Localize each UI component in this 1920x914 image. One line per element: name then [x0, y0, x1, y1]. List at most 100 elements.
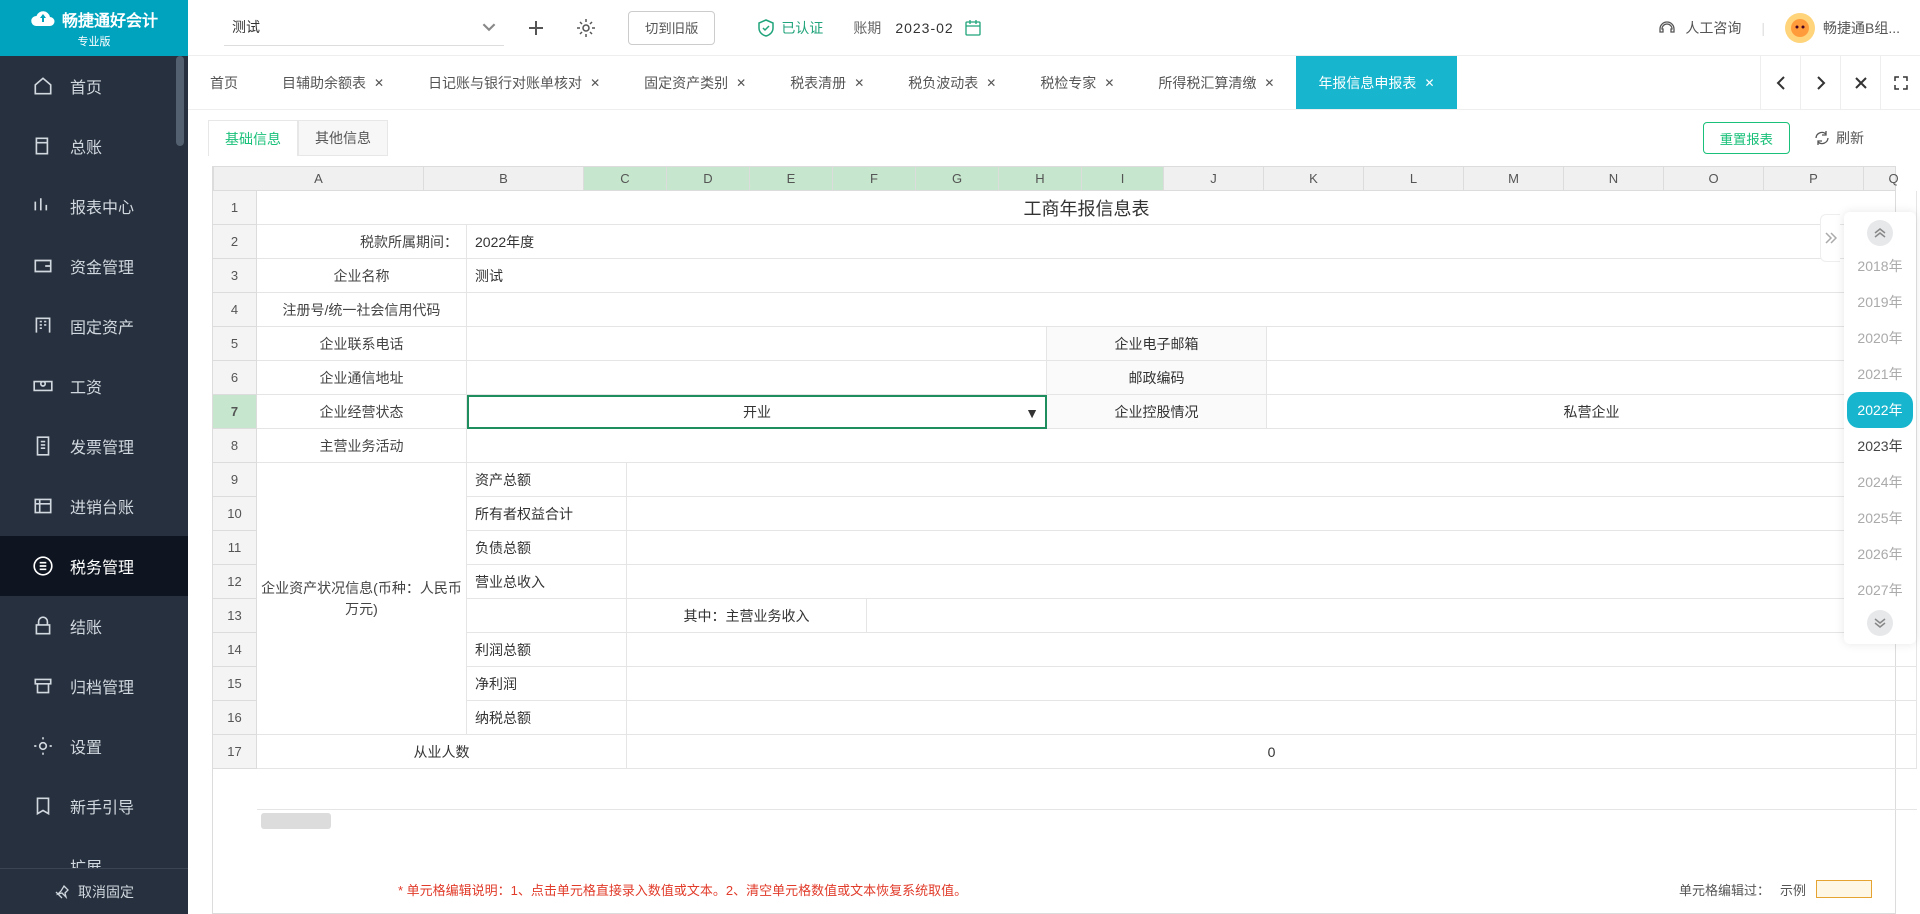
- tab-1[interactable]: 日记账与银行对账单核对✕: [406, 56, 622, 109]
- sidebar-item-6[interactable]: 发票管理: [0, 416, 188, 476]
- horizontal-scrollbar[interactable]: [257, 809, 1917, 831]
- reset-report-button[interactable]: 重置报表: [1703, 122, 1790, 154]
- row-header-17[interactable]: 17: [213, 735, 257, 769]
- support-link[interactable]: 人工咨询: [1657, 18, 1741, 38]
- tab-close-icon[interactable]: ✕: [1424, 76, 1434, 90]
- tab-3[interactable]: 税表清册✕: [768, 56, 886, 109]
- refresh-button[interactable]: 刷新: [1814, 128, 1864, 148]
- business-status-dropdown[interactable]: 开业▼: [467, 395, 1047, 429]
- cell-value[interactable]: [467, 327, 1047, 360]
- year-panel-collapse-button[interactable]: [1820, 214, 1840, 262]
- subtab-basic-info[interactable]: 基础信息: [208, 120, 298, 156]
- sidebar-item-9[interactable]: 结账: [0, 596, 188, 656]
- cell-value[interactable]: [627, 531, 1917, 564]
- sidebar-item-11[interactable]: 设置: [0, 716, 188, 776]
- row-header-13[interactable]: 13: [213, 599, 257, 633]
- sidebar-item-12[interactable]: 新手引导: [0, 776, 188, 836]
- col-header-N[interactable]: N: [1564, 167, 1664, 190]
- row-header-12[interactable]: 12: [213, 565, 257, 599]
- year-option[interactable]: 2025年: [1847, 500, 1912, 536]
- year-up-button[interactable]: [1867, 220, 1893, 246]
- period-value[interactable]: 2023-02: [895, 20, 953, 36]
- cell-value[interactable]: [467, 361, 1047, 394]
- sidebar-item-3[interactable]: 资金管理: [0, 236, 188, 296]
- tab-home[interactable]: 首页: [188, 56, 260, 109]
- row-header-8[interactable]: 8: [213, 429, 257, 463]
- tab-close-icon[interactable]: ✕: [1264, 76, 1274, 90]
- col-header-D[interactable]: D: [667, 167, 750, 190]
- cell-value[interactable]: 2022年度: [467, 225, 1917, 258]
- grid-body[interactable]: 工商年报信息表 税款所属期间：2022年度 企业名称测试 注册号/统一社会信用代…: [257, 191, 1917, 831]
- tab-7[interactable]: 年报信息申报表✕: [1296, 56, 1456, 109]
- year-option[interactable]: 2019年: [1847, 284, 1912, 320]
- spreadsheet[interactable]: ABCDEFGHIJKLMNOPQ 1234567891011121314151…: [212, 166, 1896, 914]
- col-header-G[interactable]: G: [916, 167, 999, 190]
- col-header-F[interactable]: F: [833, 167, 916, 190]
- col-header-I[interactable]: I: [1082, 167, 1164, 190]
- year-option[interactable]: 2024年: [1847, 464, 1912, 500]
- cell-value[interactable]: [627, 565, 1917, 598]
- sidebar-item-8[interactable]: 税务管理: [0, 536, 188, 596]
- cell-value[interactable]: [467, 429, 1917, 462]
- col-header-H[interactable]: H: [999, 167, 1082, 190]
- cell-value[interactable]: [627, 463, 1917, 496]
- sidebar-item-4[interactable]: 固定资产: [0, 296, 188, 356]
- cell-value[interactable]: [1267, 361, 1917, 394]
- sidebar-item-0[interactable]: 首页: [0, 56, 188, 116]
- col-header-Q[interactable]: Q: [1864, 167, 1920, 190]
- row-header-10[interactable]: 10: [213, 497, 257, 531]
- year-option[interactable]: 2027年: [1847, 572, 1912, 608]
- col-header-M[interactable]: M: [1464, 167, 1564, 190]
- tab-close-icon[interactable]: ✕: [590, 76, 600, 90]
- tab-6[interactable]: 所得税汇算清缴✕: [1136, 56, 1296, 109]
- tab-close-icon[interactable]: ✕: [854, 76, 864, 90]
- calendar-button[interactable]: [964, 19, 982, 37]
- tab-0[interactable]: 目辅助余额表✕: [260, 56, 406, 109]
- cell-value[interactable]: 测试: [467, 259, 1917, 292]
- subtab-other-info[interactable]: 其他信息: [298, 120, 388, 156]
- row-header-5[interactable]: 5: [213, 327, 257, 361]
- cell-value[interactable]: [467, 293, 1917, 326]
- cell-value[interactable]: [627, 633, 1917, 666]
- row-header-14[interactable]: 14: [213, 633, 257, 667]
- col-header-O[interactable]: O: [1664, 167, 1764, 190]
- row-header-16[interactable]: 16: [213, 701, 257, 735]
- sidebar-item-1[interactable]: 总账: [0, 116, 188, 176]
- row-header-15[interactable]: 15: [213, 667, 257, 701]
- row-header-9[interactable]: 9: [213, 463, 257, 497]
- sidebar-item-7[interactable]: 进销台账: [0, 476, 188, 536]
- cell-value[interactable]: 私营企业: [1267, 395, 1917, 428]
- scrollbar-thumb[interactable]: [176, 56, 184, 146]
- cell-value[interactable]: 0: [627, 735, 1917, 768]
- col-header-E[interactable]: E: [750, 167, 833, 190]
- user-menu[interactable]: 畅捷通B组...: [1785, 13, 1900, 43]
- row-header-7[interactable]: 7: [213, 395, 257, 429]
- col-header-K[interactable]: K: [1264, 167, 1364, 190]
- tab-5[interactable]: 税检专家✕: [1018, 56, 1136, 109]
- row-header-4[interactable]: 4: [213, 293, 257, 327]
- col-header-P[interactable]: P: [1764, 167, 1864, 190]
- year-option[interactable]: 2022年: [1847, 392, 1912, 428]
- row-header-6[interactable]: 6: [213, 361, 257, 395]
- cell-value[interactable]: [867, 599, 1917, 632]
- tabs-next-button[interactable]: [1800, 56, 1840, 110]
- unpin-sidebar-button[interactable]: 取消固定: [0, 868, 188, 914]
- fullscreen-button[interactable]: [1880, 56, 1920, 110]
- col-header-C[interactable]: C: [584, 167, 667, 190]
- tab-close-icon[interactable]: ✕: [374, 76, 384, 90]
- col-header-L[interactable]: L: [1364, 167, 1464, 190]
- cell-value[interactable]: [627, 701, 1917, 734]
- company-selector[interactable]: 测试: [224, 10, 504, 46]
- year-option[interactable]: 2023年: [1847, 428, 1912, 464]
- year-option[interactable]: 2021年: [1847, 356, 1912, 392]
- settings-button[interactable]: [568, 10, 604, 46]
- row-header-1[interactable]: 1: [213, 191, 257, 225]
- sidebar-item-5[interactable]: 工资: [0, 356, 188, 416]
- year-option[interactable]: 2020年: [1847, 320, 1912, 356]
- col-header-B[interactable]: B: [424, 167, 584, 190]
- add-button[interactable]: [518, 10, 554, 46]
- sidebar-item-2[interactable]: 报表中心: [0, 176, 188, 236]
- tabs-prev-button[interactable]: [1760, 56, 1800, 110]
- tab-2[interactable]: 固定资产类别✕: [622, 56, 768, 109]
- row-header-2[interactable]: 2: [213, 225, 257, 259]
